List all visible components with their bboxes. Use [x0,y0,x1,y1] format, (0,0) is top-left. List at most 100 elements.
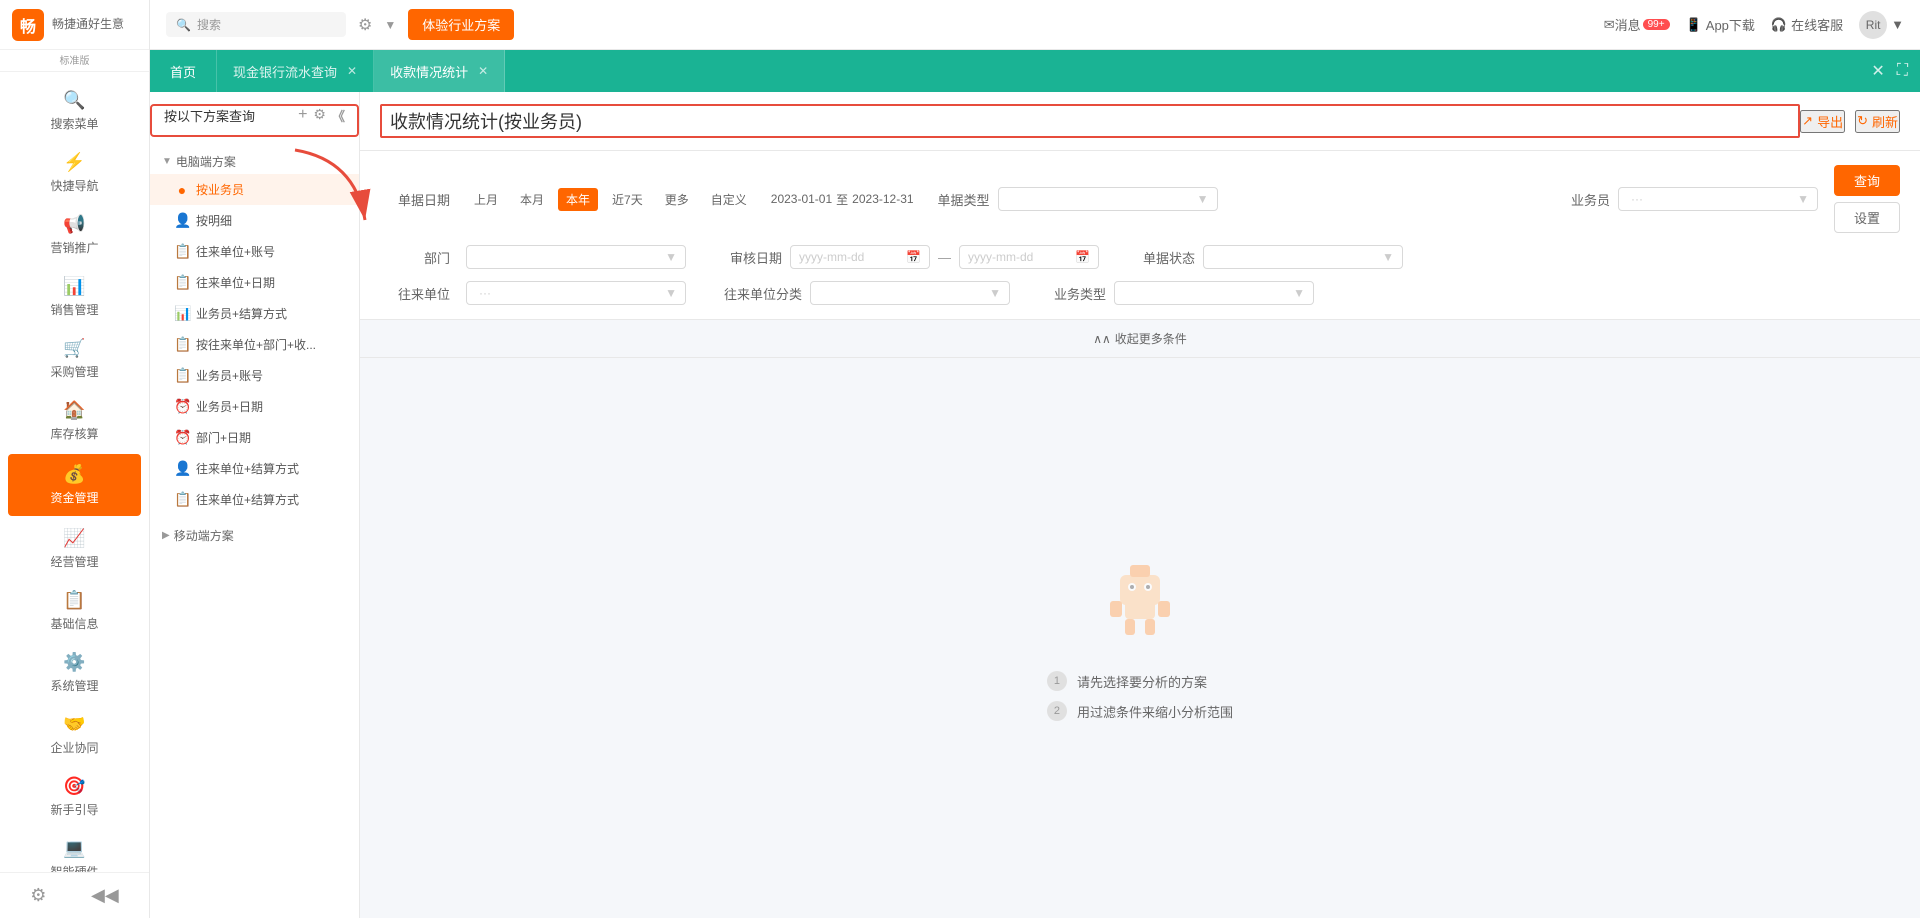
dept-select[interactable]: ▼ [466,245,686,269]
tab-receipt[interactable]: 收款情况统计 ✕ [374,50,505,92]
date-label: 单据日期 [380,190,450,209]
biz-type-select[interactable]: ▼ [1114,281,1314,305]
staff-select[interactable]: ··· ▼ [1618,187,1818,211]
collapse-conditions-btn[interactable]: ∧∧ 收起更多条件 [1093,330,1187,347]
mobile-arrow-icon: ▶ [162,530,170,541]
partner-category-select[interactable]: ▼ [810,281,1010,305]
scheme-item-by-staff[interactable]: ● 按业务员 [150,174,359,205]
calendar-icon: 📅 [906,250,921,264]
avatar: Rit [1859,11,1887,39]
doc-status-chevron: ▼ [1382,250,1394,264]
sidebar-item-operation[interactable]: 📈 经营管理 [0,518,149,580]
scheme-item-unit-dept[interactable]: 📋 按往来单位+部门+收... [150,329,359,360]
panel-header-title: 按以下方案查询 [164,106,292,125]
topbar-search-box[interactable]: 🔍 搜索 [166,12,346,37]
app-download-button[interactable]: 📱 App下载 [1686,15,1755,34]
tab-bank[interactable]: 现金银行流水查询 ✕ [217,50,374,92]
online-service-button[interactable]: 🎧 在线客服 [1771,15,1843,34]
main-content: 🔍 搜索 ⚙ ▼ 体验行业方案 ✉ 消息 99+ 📱 App下载 🎧 在线客服 … [150,0,1920,918]
review-date-start[interactable]: yyyy-mm-dd 📅 [790,245,930,269]
date-custom-btn[interactable]: 自定义 [703,188,755,211]
date-range-display: 2023-01-01 至 2023-12-31 [771,191,914,208]
basic-icon: 📋 [63,590,85,611]
sidebar-item-shortcut[interactable]: ⚡ 快捷导航 [0,142,149,204]
filter-area: 单据日期 上月 本月 本年 近7天 更多 自定义 2023-01-01 至 20… [360,151,1920,320]
app-logo-text: 畅捷通好生意 [52,17,124,33]
refresh-button[interactable]: ↻ 刷新 [1855,110,1900,133]
sidebar-item-corp[interactable]: 🤝 企业协同 [0,704,149,766]
date-separator: — [938,250,951,265]
scheme-settings-icon[interactable]: ⚙ [313,106,326,125]
doc-status-select[interactable]: ▼ [1203,245,1403,269]
tab-home[interactable]: 首页 [150,50,217,92]
settings-button[interactable]: 设置 [1834,202,1900,233]
tab-home-label: 首页 [170,62,196,81]
add-scheme-icon[interactable]: + [298,106,307,125]
sidebar-item-fund[interactable]: 💰 资金管理 [8,454,141,516]
window-close-icon[interactable]: ✕ [1871,61,1884,81]
search-icon: 🔍 [63,90,85,111]
topbar: 🔍 搜索 ⚙ ▼ 体验行业方案 ✉ 消息 99+ 📱 App下载 🎧 在线客服 … [150,0,1920,50]
unit-settle1-icon: 👤 [174,460,190,477]
search-placeholder: 搜索 [197,16,221,33]
doc-type-select[interactable]: ▼ [998,187,1218,211]
scheme-item-unit-settle2[interactable]: 📋 往来单位+结算方式 [150,484,359,515]
staff-icon: ● [174,182,190,198]
empty-illustration [1090,555,1190,655]
mobile-section-title[interactable]: ▶ 移动端方案 [150,523,359,548]
collapse-panel-icon[interactable]: 《 [332,106,345,125]
scheme-item-staff-account[interactable]: 📋 业务员+账号 [150,360,359,391]
sidebar-item-guide[interactable]: 🎯 新手引导 [0,766,149,828]
empty-step-1: 1 请先选择要分析的方案 [1047,671,1233,691]
unit-date-icon: 📋 [174,274,190,291]
staff-more-icon[interactable]: ··· [1631,192,1643,206]
sidebar-collapse-btn[interactable]: ◀◀ [87,881,123,910]
message-button[interactable]: ✉ 消息 99+ [1604,15,1670,34]
filter-row-3: 往来单位 ··· ▼ 往来单位分类 ▼ 业务类型 [380,281,1900,305]
window-maximize-icon[interactable]: ⛶ [1897,62,1908,80]
sidebar-item-basic[interactable]: 📋 基础信息 [0,580,149,642]
message-badge: 99+ [1643,19,1670,30]
sidebar-item-hardware[interactable]: 💻 智能硬件 [0,828,149,872]
partner-category-label: 往来单位分类 [722,284,802,303]
filter-row-2: 部门 ▼ 审核日期 yyyy-mm-dd 📅 — yyyy-mm-dd [380,245,1900,269]
tab-bank-close[interactable]: ✕ [347,64,357,78]
partner-select[interactable]: ··· ▼ [466,281,686,305]
scheme-item-staff-settle[interactable]: 📊 业务员+结算方式 [150,298,359,329]
sidebar-item-marketing[interactable]: 📢 营销推广 [0,204,149,266]
date-curr-year-btn[interactable]: 本年 [558,188,598,211]
sidebar-item-purchase[interactable]: 🛒 采购管理 [0,328,149,390]
tabbar: 首页 现金银行流水查询 ✕ 收款情况统计 ✕ ✕ ⛶ [150,50,1920,92]
topbar-gear-icon[interactable]: ⚙ [358,15,372,35]
filter-row-1: 单据日期 上月 本月 本年 近7天 更多 自定义 2023-01-01 至 20… [380,165,1900,233]
date-more-btn[interactable]: 更多 [657,188,697,211]
sidebar-item-sales[interactable]: 📊 销售管理 [0,266,149,328]
partner-more-icon[interactable]: ··· [479,286,491,300]
doc-type-chevron: ▼ [1197,192,1209,206]
scheme-item-unit-date[interactable]: 📋 往来单位+日期 [150,267,359,298]
date-7days-btn[interactable]: 近7天 [604,188,651,211]
scheme-item-unit-settle1[interactable]: 👤 往来单位+结算方式 [150,453,359,484]
panel-header-icons: + ⚙ 《 [298,106,345,125]
sidebar-item-inventory[interactable]: 🏠 库存核算 [0,390,149,452]
scheme-item-unit-account[interactable]: 📋 往来单位+账号 [150,236,359,267]
system-icon: ⚙️ [63,652,85,673]
scheme-item-staff-date[interactable]: ⏰ 业务员+日期 [150,391,359,422]
tab-receipt-close[interactable]: ✕ [478,64,488,78]
doc-type-group: 单据类型 ▼ 业务员 ··· ▼ [930,187,1818,211]
export-button[interactable]: ↗ 导出 [1800,110,1845,133]
scheme-item-dept-date[interactable]: ⏰ 部门+日期 [150,422,359,453]
detail-icon: 👤 [174,212,190,229]
scheme-item-by-detail[interactable]: 👤 按明细 [150,205,359,236]
query-button[interactable]: 查询 [1834,165,1900,196]
date-prev-month-btn[interactable]: 上月 [466,188,506,211]
pc-section-title[interactable]: ▼ 电脑端方案 [150,149,359,174]
sidebar-item-search[interactable]: 🔍 搜索菜单 [0,80,149,142]
sidebar-item-system[interactable]: ⚙️ 系统管理 [0,642,149,704]
sidebar-settings-btn[interactable]: ⚙ [26,881,50,910]
trial-button[interactable]: 体验行业方案 [408,9,514,40]
unit-account-icon: 📋 [174,243,190,260]
date-curr-month-btn[interactable]: 本月 [512,188,552,211]
review-date-end[interactable]: yyyy-mm-dd 📅 [959,245,1099,269]
user-avatar[interactable]: Rit ▼ [1859,11,1904,39]
